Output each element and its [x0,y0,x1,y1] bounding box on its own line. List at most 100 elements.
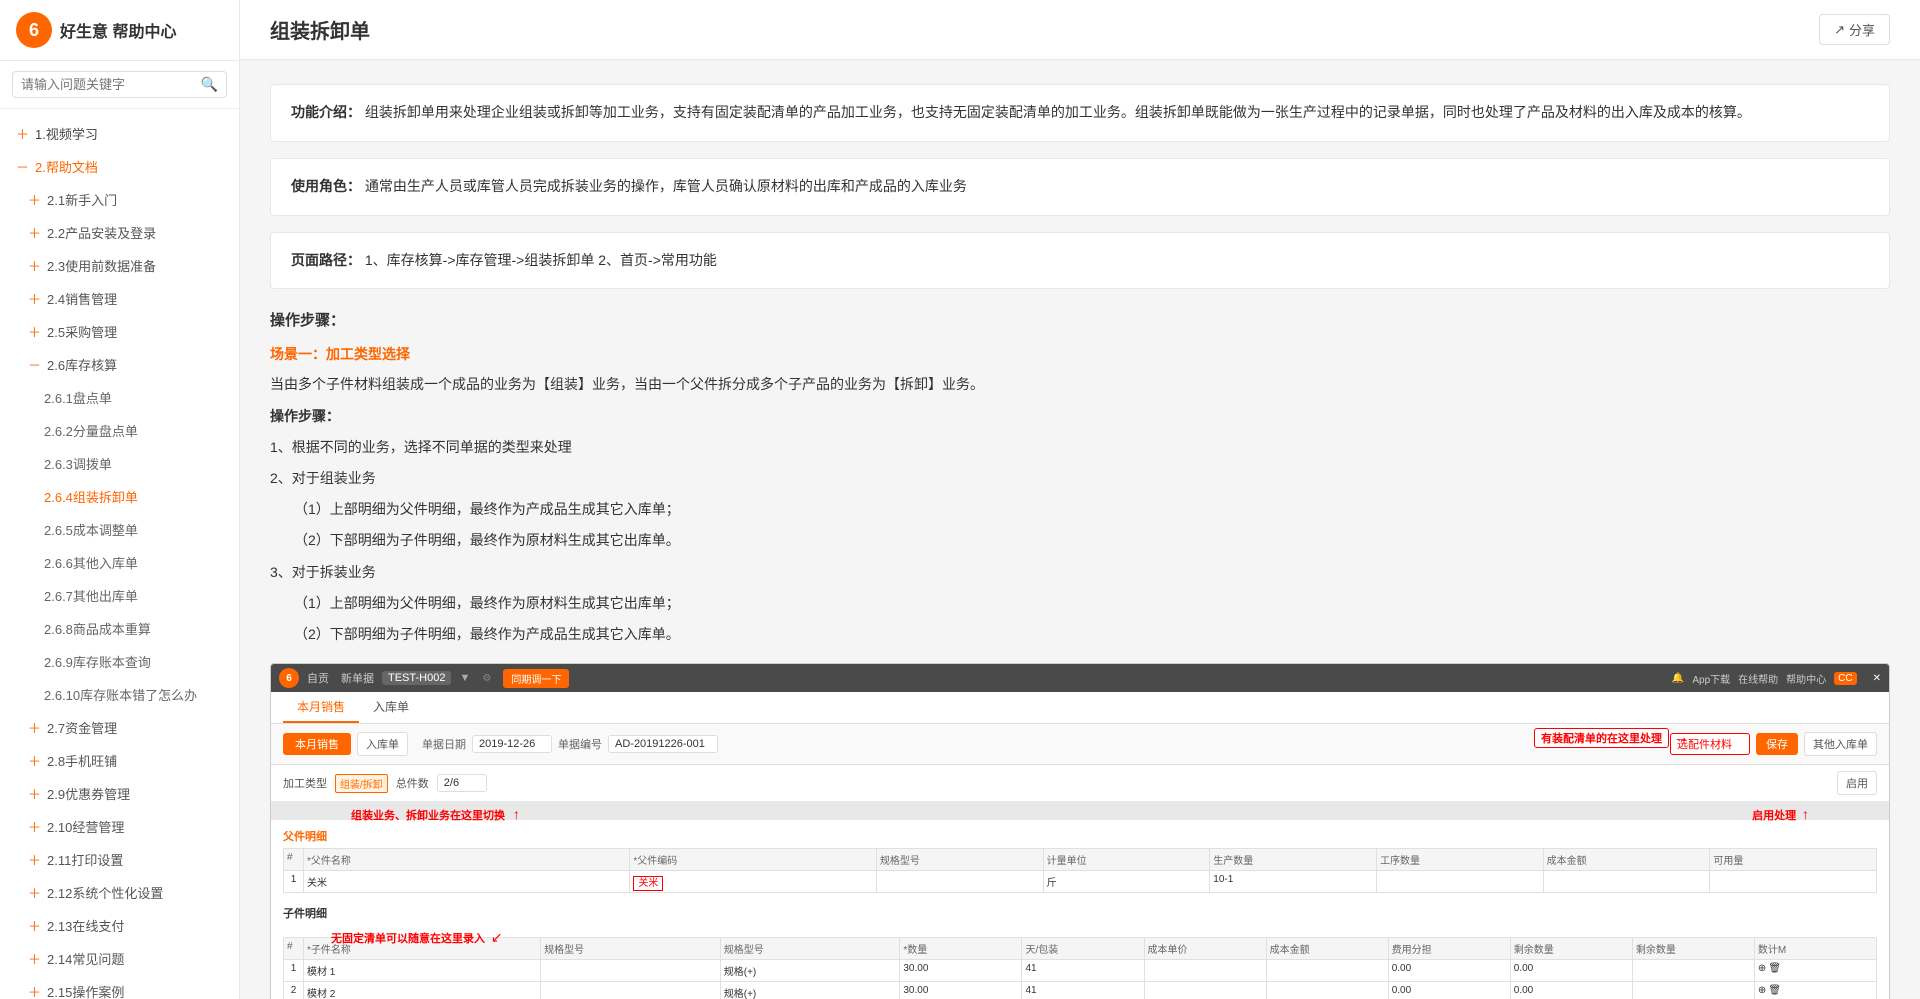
plus-icon: ＋ [28,718,41,737]
sidebar-item-267[interactable]: 2.6.7其他出库单 [0,579,239,612]
ss-qty-input[interactable]: 2/6 [437,774,487,792]
sidebar-item-210[interactable]: ＋ 2.10经营管理 [0,810,239,843]
ss-row-unit: 斤 [1044,871,1211,892]
sidebar-item-video[interactable]: ＋ 1.视频学习 [0,117,239,150]
ss-topbar: 6 自贡 新单据 TEST-H002 ▼ ⚙ 同期调一下 🔔 App下载 在线帮… [271,664,1889,692]
ss-bcol-spec1: 规格型号 [541,938,721,959]
ss-topbar-nav: 自贡 新单据 [307,670,374,686]
ss-bcol-count: 数计M [1755,938,1876,959]
ss-btn-zuzhuang[interactable]: 本月销售 [283,733,351,755]
main: 组装拆卸单 ↗ 分享 功能介绍： 组装拆卸单用来处理企业组装或拆卸等加工业务，支… [240,0,1920,999]
sidebar-item-21[interactable]: ＋ 2.1新手入门 [0,183,239,216]
sidebar-item-23[interactable]: ＋ 2.3使用前数据准备 [0,249,239,282]
sidebar-item-27[interactable]: ＋ 2.7资金管理 [0,711,239,744]
ss-enable-btn[interactable]: 启用 [1837,771,1877,795]
sidebar-item-262[interactable]: 2.6.2分量盘点单 [0,414,239,447]
sidebar-item-261[interactable]: 2.6.1盘点单 [0,381,239,414]
ss-btn-chaiqu[interactable]: 入库单 [357,732,408,756]
ss-brow1-qty: 30.00 [900,960,1022,981]
ss-row-code: 关米 [630,871,877,892]
sidebar-item-263[interactable]: 2.6.3调拨单 [0,447,239,480]
ss-bcol-spec2: 规格型号 [721,938,901,959]
sidebar-item-269[interactable]: 2.6.9库存账本查询 [0,645,239,678]
ss-subtabs: 本月销售 入库单 [271,692,1889,724]
ss-date-input[interactable]: 2019-12-26 [472,735,552,753]
sidebar-item-2610[interactable]: 2.6.10库存账本错了怎么办 [0,678,239,711]
ops-steps-title: 操作步骤： [270,404,1890,429]
ss-help-center: 帮助中心 [1786,671,1826,686]
plus-icon: ＋ [28,190,41,209]
ss-col-num: # [284,849,304,870]
sidebar-item-29[interactable]: ＋ 2.9优惠券管理 [0,777,239,810]
page-title: 组装拆卸单 [270,15,370,44]
ss-sync-btn[interactable]: 同期调一下 [503,669,569,688]
plus-icon: ＋ [28,751,41,770]
role-block: 使用角色： 通常由生产人员或库管人员完成拆装业务的操作，库管人员确认原材料的出库… [270,158,1890,216]
sidebar-item-helpdoc[interactable]: － 2.帮助文档 [0,150,239,183]
sidebar-item-24[interactable]: ＋ 2.4销售管理 [0,282,239,315]
share-button[interactable]: ↗ 分享 [1819,14,1890,45]
sidebar-item-211[interactable]: ＋ 2.11打印设置 [0,843,239,876]
sidebar-item-22[interactable]: ＋ 2.2产品安装及登录 [0,216,239,249]
plus-icon: ＋ [28,916,41,935]
ss-row-num: 1 [284,871,304,892]
ss-brow2-name: 模材 2 [304,982,541,999]
ss-col-name: *父件名称 [304,849,630,870]
step3: 3、对于拆装业务 [270,560,1890,585]
sidebar-item-215[interactable]: ＋ 2.15操作案例 [0,975,239,999]
ss-tab-chaiqian[interactable]: 入库单 [359,692,423,723]
ss-brow1-remain1: 0.00 [1511,960,1633,981]
ss-brow2-num: 2 [284,982,304,999]
ss-bcol-remain2: 剩余数量 [1633,938,1755,959]
ss-type-select[interactable]: 组装/拆卸 [335,774,388,793]
minus-icon: － [28,355,41,374]
logo-area: 6 好生意 帮助中心 [0,0,239,61]
sidebar-item-26[interactable]: － 2.6库存核算 [0,348,239,381]
ss-right-btns: 启用处理 ↑ 启用 [1837,771,1877,795]
sidebar-item-212[interactable]: ＋ 2.12系统个性化设置 [0,876,239,909]
ss-arrow-right: → [1673,729,1689,747]
sidebar-item-264[interactable]: 2.6.4组装拆卸单 [0,480,239,513]
search-icon[interactable]: 🔍 [201,76,218,93]
sidebar-item-266[interactable]: 2.6.6其他入库单 [0,546,239,579]
sidebar-item-25[interactable]: ＋ 2.5采购管理 [0,315,239,348]
ss-brow2-copy[interactable]: ⊕ [1758,985,1766,999]
ss-save-btn[interactable]: 保存 [1756,733,1798,755]
header: 组装拆卸单 ↗ 分享 [240,0,1920,60]
ss-code-red: 关米 [633,876,663,891]
ss-tab-zuzhuang[interactable]: 本月销售 [283,692,359,723]
sidebar-item-265[interactable]: 2.6.5成本调整单 [0,513,239,546]
ss-top-table-wrapper: 父件明细 # *父件名称 *父件编码 规格型号 计量单位 生产数量 工序数量 成… [271,820,1889,897]
ss-col-cost: 成本金额 [1544,849,1711,870]
ss-brow1-pack: 41 [1022,960,1144,981]
sidebar-item-268[interactable]: 2.6.8商品成本重算 [0,612,239,645]
ss-close-icon[interactable]: ✕ [1873,673,1881,684]
ss-docno-input[interactable]: AD-20191226-001 [608,735,718,753]
sidebar-item-213[interactable]: ＋ 2.13在线支付 [0,909,239,942]
ss-col-code: *父件编码 [630,849,877,870]
ss-topbar-right: 🔔 App下载 在线帮助 帮助中心 CC ✕ [1672,671,1881,686]
ss-brow2-del[interactable]: 🗑 [1768,985,1781,999]
search-input[interactable] [21,77,201,92]
ss-brow1-spec1 [541,960,721,981]
sidebar-item-214[interactable]: ＋ 2.14常见问题 [0,942,239,975]
ss-app-download: App下载 [1692,671,1730,686]
ss-brow1-copy[interactable]: ⊕ [1758,963,1766,978]
step2-sub1: （1）上部明细为父件明细，最终作为产成品生成其它入库单； [294,497,1890,522]
path-text: 1、库存核算->库存管理->组装拆卸单 2、首页->常用功能 [365,252,717,268]
search-box[interactable]: 🔍 [12,71,227,98]
ss-brow2-spec1 [541,982,721,999]
path-block: 页面路径： 1、库存核算->库存管理->组装拆卸单 2、首页->常用功能 [270,232,1890,290]
ss-brow1-del[interactable]: 🗑 [1768,963,1781,978]
ss-bcol-costamt: 成本金额 [1267,938,1389,959]
ss-alert-icon: 🔔 [1672,673,1684,684]
ss-brow1-actions: ⊕ 🗑 [1755,960,1876,981]
intro-block: 功能介绍： 组装拆卸单用来处理企业组装或拆卸等加工业务，支持有固定装配清单的产品… [270,84,1890,142]
ss-other-btn[interactable]: 其他入库单 [1804,732,1877,756]
sidebar-item-28[interactable]: ＋ 2.8手机旺铺 [0,744,239,777]
role-label: 使用角色： [291,178,361,194]
content-area: 功能介绍： 组装拆卸单用来处理企业组装或拆卸等加工业务，支持有固定装配清单的产品… [240,60,1920,999]
ss-brow1-spec2: 规格(+) [721,960,901,981]
plus-icon: ＋ [28,223,41,242]
ss-brow2-pack: 41 [1022,982,1144,999]
